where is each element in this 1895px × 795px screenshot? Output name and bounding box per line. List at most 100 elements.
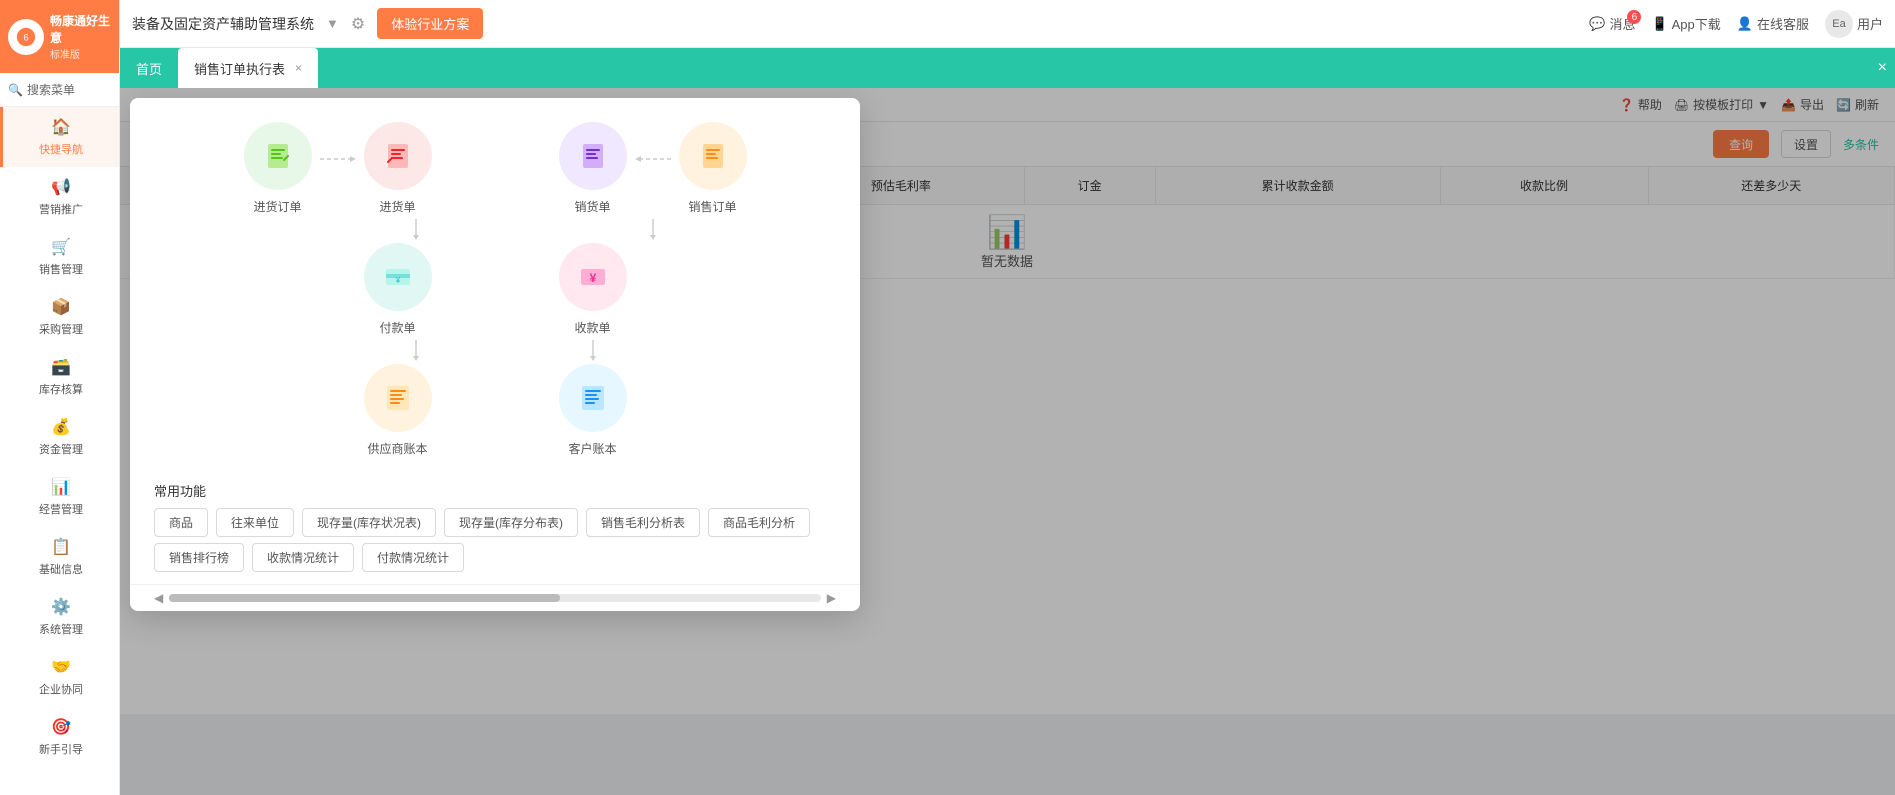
inventory-icon: 🗃️ bbox=[51, 357, 71, 377]
sidebar-item-purchase[interactable]: 📦 采购管理 bbox=[0, 287, 119, 347]
sidebar-item-label: 资金管理 bbox=[39, 441, 83, 457]
supplier-account-icon bbox=[364, 364, 432, 432]
scroll-track[interactable] bbox=[169, 594, 821, 602]
scroll-thumb bbox=[169, 594, 560, 602]
flow-node-supplier-account[interactable]: 供应商账本 bbox=[364, 364, 432, 457]
payment-icon: ¥ bbox=[364, 243, 432, 311]
marketing-icon: 📢 bbox=[51, 177, 71, 197]
modal-overlay[interactable]: 进货订单 bbox=[120, 88, 1895, 795]
finance-icon: 💰 bbox=[51, 417, 71, 437]
sidebar-item-marketing[interactable]: 📢 营销推广 bbox=[0, 167, 119, 227]
sidebar-item-finance[interactable]: 💰 资金管理 bbox=[0, 407, 119, 467]
func-btn-stock-dist[interactable]: 现存量(库存分布表) bbox=[444, 508, 578, 537]
sidebar-item-label: 企业协同 bbox=[39, 681, 83, 697]
close-all-tabs-btn[interactable]: × bbox=[1878, 59, 1887, 77]
sidebar: 6 畅康通好生意 标准版 🔍 搜索菜单 🏠 快捷导航 📢 营销推广 🛒 销售管理 bbox=[0, 0, 120, 795]
flow-node-purchase-receipt[interactable]: 进货单 bbox=[364, 122, 432, 215]
online-service-label: 在线客服 bbox=[1757, 14, 1809, 33]
tabbar: 首页 销售订单执行表 × × bbox=[120, 48, 1895, 88]
operations-icon: 📊 bbox=[51, 477, 71, 497]
user-label: 用户 bbox=[1857, 14, 1883, 33]
sidebar-nav: 🏠 快捷导航 📢 营销推广 🛒 销售管理 📦 采购管理 🗃️ 库存核算 💰 bbox=[0, 107, 119, 795]
sales-order-icon bbox=[679, 122, 747, 190]
sidebar-item-label: 销售管理 bbox=[39, 261, 83, 277]
sidebar-item-label: 营销推广 bbox=[39, 201, 83, 217]
download-icon: 📱 bbox=[1651, 16, 1667, 32]
payment-label: 付款单 bbox=[379, 319, 415, 336]
func-btn-goods-profit[interactable]: 商品毛利分析 bbox=[708, 508, 810, 537]
func-btn-sales-profit[interactable]: 销售毛利分析表 bbox=[586, 508, 700, 537]
purchase-icon: 📦 bbox=[51, 297, 71, 317]
sidebar-item-label: 新手引导 bbox=[39, 741, 83, 757]
sales-order-label: 销售订单 bbox=[688, 198, 736, 215]
tab-close-icon[interactable]: × bbox=[295, 61, 302, 75]
experience-btn[interactable]: 体验行业方案 bbox=[377, 8, 483, 39]
sidebar-item-sales[interactable]: 🛒 销售管理 bbox=[0, 227, 119, 287]
sidebar-item-enterprise[interactable]: 🤝 企业协同 bbox=[0, 647, 119, 707]
main-content: 装备及固定资产辅助管理系统 ▼ ⚙ 体验行业方案 💬 消息 6 📱 App下载 … bbox=[120, 0, 1895, 795]
func-btn-sales-rank[interactable]: 销售排行榜 bbox=[154, 543, 244, 572]
topbar-right: 💬 消息 6 📱 App下载 👤 在线客服 Ea 用户 bbox=[1589, 10, 1883, 38]
online-service-btn[interactable]: 👤 在线客服 bbox=[1737, 14, 1809, 33]
title-dropdown-icon[interactable]: ▼ bbox=[326, 16, 339, 31]
system-icon: ⚙️ bbox=[51, 597, 71, 617]
sidebar-item-quick[interactable]: 🏠 快捷导航 bbox=[0, 107, 119, 167]
flow-node-payment[interactable]: ¥ 付款单 bbox=[364, 243, 432, 336]
tab-home[interactable]: 首页 bbox=[120, 48, 178, 88]
flow-node-collection[interactable]: ¥ 收款单 bbox=[559, 243, 627, 336]
sidebar-item-inventory[interactable]: 🗃️ 库存核算 bbox=[0, 347, 119, 407]
customer-account-label: 客户账本 bbox=[568, 440, 616, 457]
tab-sales-order-label: 销售订单执行表 bbox=[194, 59, 285, 78]
flow-node-sales-order[interactable]: 销售订单 bbox=[679, 122, 747, 215]
sidebar-item-label: 经营管理 bbox=[39, 501, 83, 517]
flow-node-sales-receipt[interactable]: 销货单 bbox=[559, 122, 627, 215]
flow-node-purchase-order[interactable]: 进货订单 bbox=[244, 122, 312, 215]
message-badge: 6 bbox=[1627, 10, 1641, 24]
sidebar-item-basic[interactable]: 📋 基础信息 bbox=[0, 527, 119, 587]
tab-sales-order[interactable]: 销售订单执行表 × bbox=[178, 48, 318, 88]
app-download-btn[interactable]: 📱 App下载 bbox=[1651, 14, 1720, 33]
message-btn[interactable]: 💬 消息 6 bbox=[1589, 14, 1635, 33]
purchase-receipt-label: 进货单 bbox=[379, 198, 415, 215]
sidebar-item-guide[interactable]: 🎯 新手引导 bbox=[0, 707, 119, 767]
settings-icon[interactable]: ⚙ bbox=[351, 14, 365, 34]
supplier-account-label: 供应商账本 bbox=[367, 440, 427, 457]
sidebar-logo: 6 畅康通好生意 标准版 bbox=[0, 0, 119, 73]
app-download-label: App下载 bbox=[1672, 14, 1721, 33]
sidebar-item-label: 快捷导航 bbox=[39, 141, 83, 157]
sidebar-item-label: 基础信息 bbox=[39, 561, 83, 577]
scroll-left-btn[interactable]: ◀ bbox=[154, 591, 163, 605]
func-btn-partner[interactable]: 往来单位 bbox=[216, 508, 294, 537]
collection-icon: ¥ bbox=[559, 243, 627, 311]
logo-icon: 6 bbox=[8, 19, 44, 55]
scroll-right-btn[interactable]: ▶ bbox=[827, 591, 836, 605]
enterprise-icon: 🤝 bbox=[51, 657, 71, 677]
content-area: ❓ 帮助 🖨 按模板打印 ▼ 📤 导出 🔄 刷新 bbox=[120, 88, 1895, 795]
func-btn-stock-status[interactable]: 现存量(库存状况表) bbox=[302, 508, 436, 537]
collection-label: 收款单 bbox=[574, 319, 610, 336]
quick-nav-modal: 进货订单 bbox=[130, 98, 860, 611]
sidebar-item-label: 采购管理 bbox=[39, 321, 83, 337]
message-icon: 💬 bbox=[1589, 16, 1605, 32]
func-btn-payment-stat[interactable]: 付款情况统计 bbox=[362, 543, 464, 572]
common-functions: 常用功能 商品 往来单位 现存量(库存状况表) 现存量(库存分布表) 销售毛利分… bbox=[130, 473, 860, 584]
logo-title: 畅康通好生意 bbox=[50, 12, 111, 46]
func-btn-collection-stat[interactable]: 收款情况统计 bbox=[252, 543, 354, 572]
flow-diagram: 进货订单 bbox=[130, 98, 860, 473]
purchase-order-icon bbox=[244, 122, 312, 190]
topbar: 装备及固定资产辅助管理系统 ▼ ⚙ 体验行业方案 💬 消息 6 📱 App下载 … bbox=[120, 0, 1895, 48]
sidebar-item-operations[interactable]: 📊 经营管理 bbox=[0, 467, 119, 527]
func-btn-goods[interactable]: 商品 bbox=[154, 508, 208, 537]
user-menu[interactable]: Ea 用户 bbox=[1825, 10, 1883, 38]
customer-account-icon bbox=[559, 364, 627, 432]
sales-icon: 🛒 bbox=[51, 237, 71, 257]
avatar: Ea bbox=[1825, 10, 1853, 38]
flow-node-customer-account[interactable]: 客户账本 bbox=[559, 364, 627, 457]
search-menu[interactable]: 🔍 搜索菜单 bbox=[0, 73, 119, 107]
scroll-area: ◀ ▶ bbox=[130, 584, 860, 611]
sidebar-item-system[interactable]: ⚙️ 系统管理 bbox=[0, 587, 119, 647]
svg-text:6: 6 bbox=[23, 32, 28, 42]
sidebar-item-label: 库存核算 bbox=[39, 381, 83, 397]
logo-sub: 标准版 bbox=[50, 46, 111, 61]
service-icon: 👤 bbox=[1737, 16, 1753, 32]
